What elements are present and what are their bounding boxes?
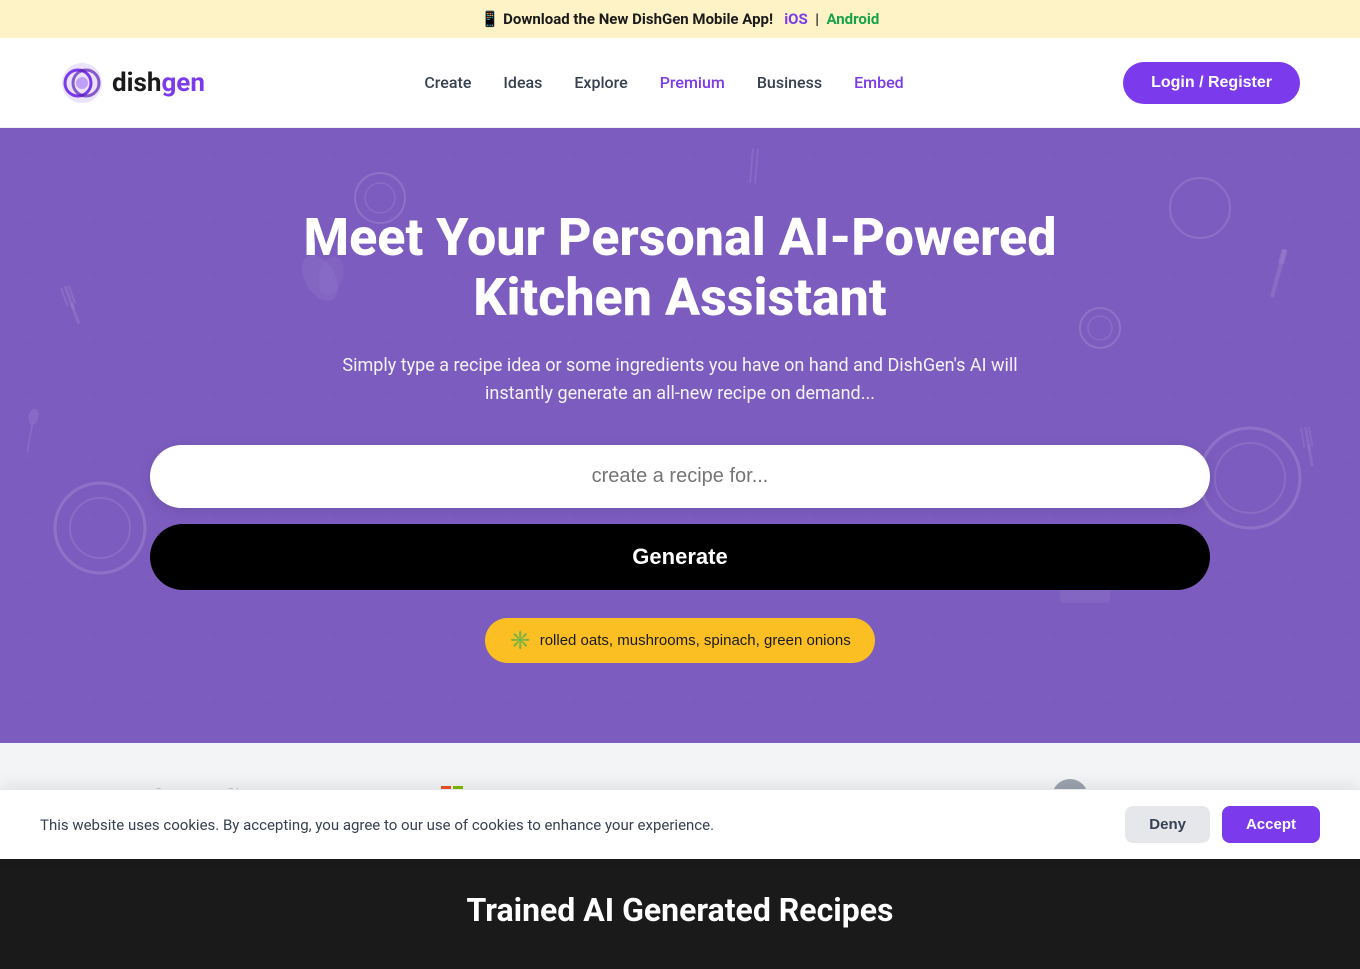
android-link[interactable]: Android xyxy=(826,10,879,28)
nav-explore[interactable]: Explore xyxy=(574,73,627,92)
logo[interactable]: dishgen xyxy=(60,61,205,105)
chip-text: rolled oats, mushrooms, spinach, green o… xyxy=(540,632,851,649)
nav-ideas[interactable]: Ideas xyxy=(503,73,542,92)
banner-emoji: 📱 xyxy=(481,10,500,28)
chip-icon: ✳️ xyxy=(509,630,531,651)
logo-text: dishgen xyxy=(112,68,205,98)
accept-button[interactable]: Accept xyxy=(1222,806,1320,843)
nav-create[interactable]: Create xyxy=(424,73,471,92)
deny-button[interactable]: Deny xyxy=(1125,806,1210,843)
below-fold-heading: Trained AI Generated Recipes xyxy=(40,891,1320,929)
cookie-buttons: Deny Accept xyxy=(1125,806,1320,843)
nav-premium[interactable]: Premium xyxy=(660,73,725,92)
suggestion-chip[interactable]: ✳️ rolled oats, mushrooms, spinach, gree… xyxy=(485,618,874,663)
below-fold-section: Trained AI Generated Recipes xyxy=(0,851,1360,969)
login-register-button[interactable]: Login / Register xyxy=(1123,62,1300,104)
logo-icon xyxy=(60,61,104,105)
main-nav: Create Ideas Explore Premium Business Em… xyxy=(424,73,903,92)
nav-embed[interactable]: Embed xyxy=(854,73,904,92)
generate-button[interactable]: Generate xyxy=(150,524,1210,590)
ios-link[interactable]: iOS xyxy=(784,10,808,28)
cookie-text: This website uses cookies. By accepting,… xyxy=(40,816,714,834)
banner-text: Download the New DishGen Mobile App! xyxy=(503,10,773,28)
hero-title: Meet Your Personal AI-Powered Kitchen As… xyxy=(230,208,1130,328)
nav-business[interactable]: Business xyxy=(757,73,822,92)
banner-separator: | xyxy=(815,10,819,28)
hero-section: Meet Your Personal AI-Powered Kitchen As… xyxy=(0,128,1360,743)
top-banner: 📱 Download the New DishGen Mobile App! i… xyxy=(0,0,1360,38)
recipe-search-input[interactable] xyxy=(150,445,1210,508)
cookie-banner: This website uses cookies. By accepting,… xyxy=(0,789,1360,859)
header: dishgen Create Ideas Explore Premium Bus… xyxy=(0,38,1360,128)
hero-subtitle: Simply type a recipe idea or some ingred… xyxy=(320,352,1040,410)
